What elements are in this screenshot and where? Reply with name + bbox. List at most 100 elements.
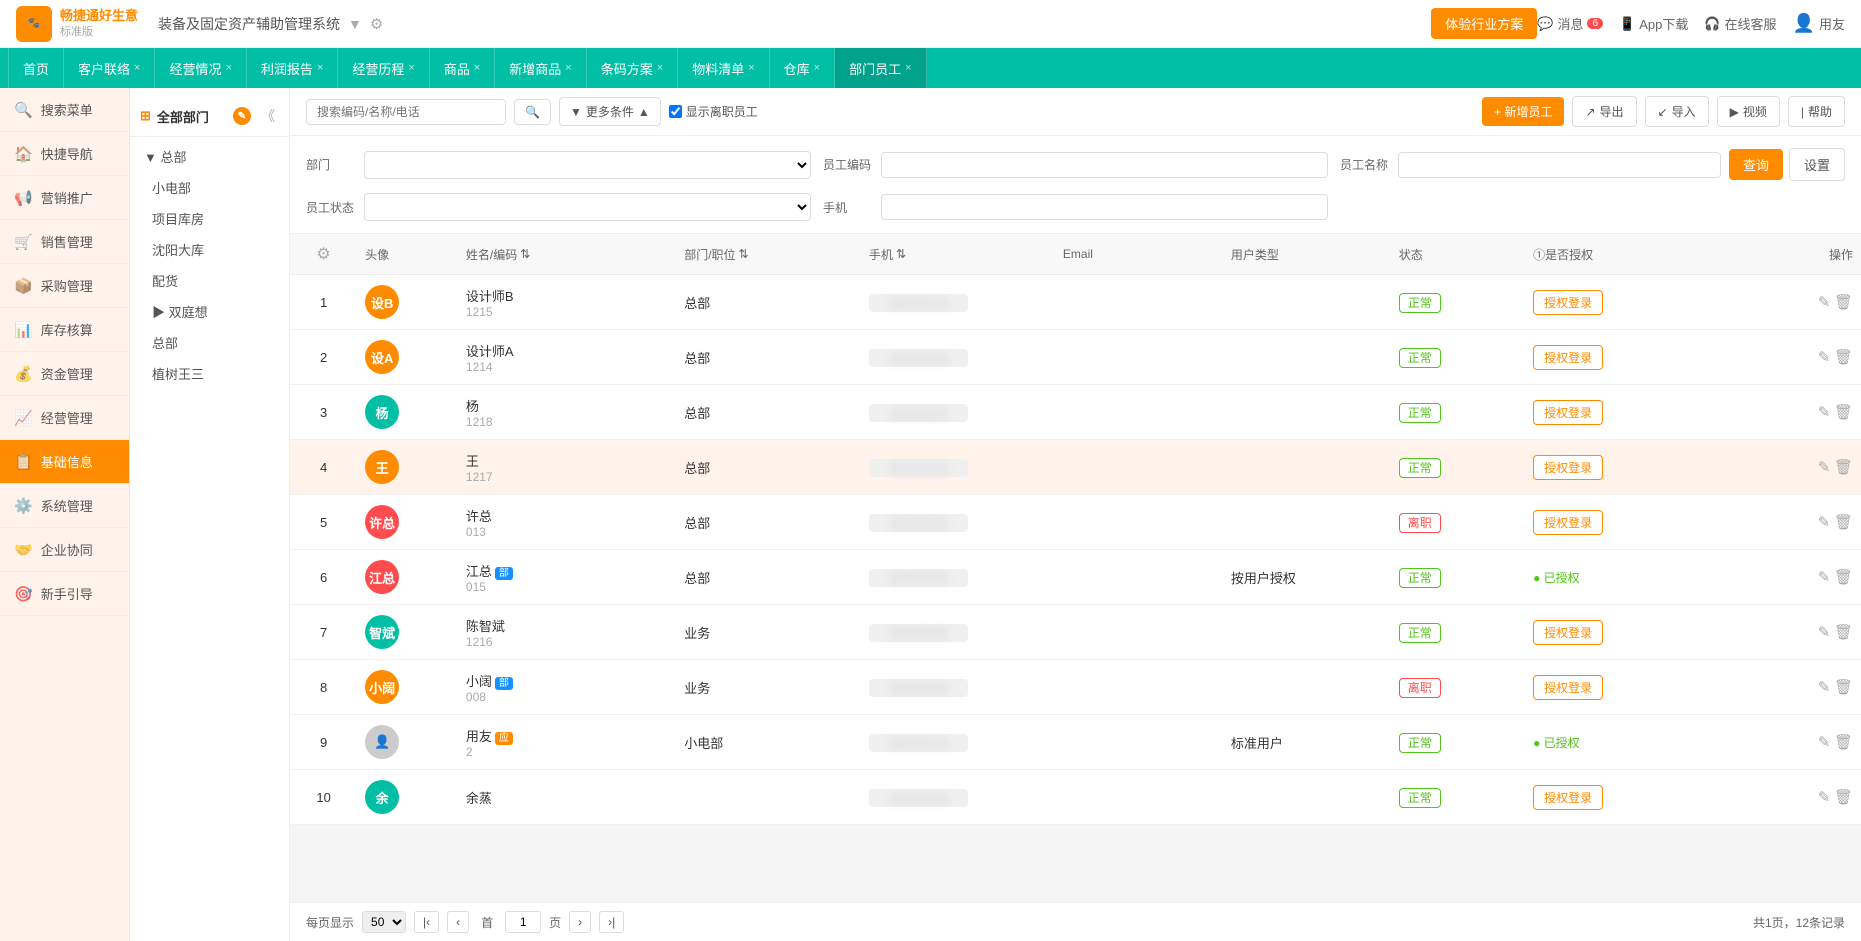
edit-button[interactable]: ✎: [1818, 348, 1831, 366]
auth-button[interactable]: 授权登录: [1533, 345, 1603, 370]
view-button[interactable]: ▶ 视频: [1717, 96, 1780, 127]
online-service-item[interactable]: 🎧 在线客服: [1704, 14, 1776, 33]
delete-button[interactable]: 🗑: [1834, 513, 1853, 531]
next-page-button[interactable]: ›: [569, 911, 591, 933]
edit-dept-icon[interactable]: ✎: [233, 107, 251, 125]
close-tab-icon[interactable]: ×: [474, 62, 480, 74]
edit-button[interactable]: ✎: [1818, 293, 1831, 311]
sidebar-item-inventory[interactable]: 📊库存核算: [0, 308, 129, 352]
nav-tab-商品[interactable]: 商品 ×: [430, 48, 495, 88]
col-dept[interactable]: 部门/职位⇅: [676, 234, 861, 275]
delete-button[interactable]: 🗑: [1834, 458, 1853, 476]
close-tab-icon[interactable]: ×: [748, 62, 754, 74]
edit-button[interactable]: ✎: [1818, 678, 1831, 696]
dept-tree-item-zongbu[interactable]: ▼ 总部: [130, 141, 289, 172]
auth-button[interactable]: 授权登录: [1533, 290, 1603, 315]
employee-status-select[interactable]: [364, 193, 811, 221]
nav-tab-经营历程[interactable]: 经营历程 ×: [338, 48, 429, 88]
search-button[interactable]: 🔍: [514, 99, 551, 125]
phone-input[interactable]: [881, 194, 1328, 220]
edit-button[interactable]: ✎: [1818, 568, 1831, 586]
per-page-select[interactable]: 50: [362, 911, 406, 933]
delete-button[interactable]: 🗑: [1834, 568, 1853, 586]
close-tab-icon[interactable]: ×: [408, 62, 414, 74]
delete-button[interactable]: 🗑: [1834, 678, 1853, 696]
edit-button[interactable]: ✎: [1818, 458, 1831, 476]
dept-tree-item-xiangmu[interactable]: 项目库房: [130, 203, 289, 234]
more-conditions-button[interactable]: ▼ 更多条件 ▲: [559, 97, 661, 126]
nav-tab-物料清单[interactable]: 物料清单 ×: [678, 48, 769, 88]
auth-button[interactable]: 授权登录: [1533, 455, 1603, 480]
user-item[interactable]: 👤 用友: [1793, 13, 1845, 34]
sidebar-item-search[interactable]: 🔍搜索菜单: [0, 88, 129, 132]
dept-tree-item-shuangting[interactable]: ▶ 双庭想: [130, 296, 289, 327]
sidebar-item-sales[interactable]: 🛒销售管理: [0, 220, 129, 264]
auth-button[interactable]: 授权登录: [1533, 675, 1603, 700]
close-tab-icon[interactable]: ×: [905, 62, 911, 74]
sidebar-item-operations[interactable]: 📈经营管理: [0, 396, 129, 440]
last-page-button[interactable]: ›|: [599, 911, 624, 933]
sidebar-item-enterprise[interactable]: 🤝企业协同: [0, 528, 129, 572]
collapse-tree-button[interactable]: 《: [257, 102, 279, 130]
col-phone[interactable]: 手机⇅: [861, 234, 1055, 275]
delete-button[interactable]: 🗑: [1834, 348, 1853, 366]
dept-select[interactable]: [364, 151, 811, 179]
search-input[interactable]: [306, 99, 506, 125]
show-resigned-checkbox[interactable]: 显示离职员工: [669, 103, 758, 120]
nav-tab-客户联络[interactable]: 客户联络 ×: [64, 48, 155, 88]
dropdown-icon[interactable]: ▼: [348, 16, 362, 32]
nav-tab-部门员工[interactable]: 部门员工 ×: [835, 48, 926, 88]
edit-button[interactable]: ✎: [1818, 733, 1831, 751]
close-tab-icon[interactable]: ×: [134, 62, 140, 74]
col-name[interactable]: 姓名/编码⇅: [458, 234, 676, 275]
dept-tree-item-peihuo[interactable]: 配货: [130, 265, 289, 296]
sidebar-item-shortcut[interactable]: 🏠快捷导航: [0, 132, 129, 176]
add-employee-button[interactable]: + 新增员工: [1482, 97, 1564, 126]
auth-button[interactable]: 授权登录: [1533, 510, 1603, 535]
help-button[interactable]: | 帮助: [1788, 96, 1845, 127]
prev-page-button[interactable]: ‹: [447, 911, 469, 933]
dept-tree-item-zongbu2[interactable]: 总部: [130, 327, 289, 358]
sidebar-item-finance[interactable]: 💰资金管理: [0, 352, 129, 396]
page-number-input[interactable]: [505, 911, 541, 933]
edit-button[interactable]: ✎: [1818, 623, 1831, 641]
nav-tab-经营情况[interactable]: 经营情况 ×: [155, 48, 246, 88]
trial-button[interactable]: 体验行业方案: [1431, 8, 1537, 39]
settings-icon[interactable]: ⚙: [370, 15, 383, 33]
nav-tab-首页[interactable]: 首页: [8, 48, 64, 88]
edit-button[interactable]: ✎: [1818, 403, 1831, 421]
sidebar-item-guide[interactable]: 🎯新手引导: [0, 572, 129, 616]
close-tab-icon[interactable]: ×: [565, 62, 571, 74]
nav-tab-新增商品[interactable]: 新增商品 ×: [495, 48, 586, 88]
sidebar-item-system[interactable]: ⚙️系统管理: [0, 484, 129, 528]
auth-button[interactable]: 授权登录: [1533, 620, 1603, 645]
app-download-item[interactable]: 📱 App下载: [1619, 14, 1688, 33]
employee-name-input[interactable]: [1398, 152, 1721, 178]
dept-tree-item-shenyang[interactable]: 沈阳大库: [130, 234, 289, 265]
sidebar-item-purchase[interactable]: 📦采购管理: [0, 264, 129, 308]
employee-code-input[interactable]: [881, 152, 1328, 178]
close-tab-icon[interactable]: ×: [225, 62, 231, 74]
delete-button[interactable]: 🗑: [1834, 623, 1853, 641]
col-settings[interactable]: ⚙: [290, 234, 357, 275]
close-tab-icon[interactable]: ×: [317, 62, 323, 74]
close-tab-icon[interactable]: ×: [657, 62, 663, 74]
auth-button[interactable]: 授权登录: [1533, 400, 1603, 425]
nav-tab-条码方案[interactable]: 条码方案 ×: [587, 48, 678, 88]
search-btn[interactable]: 查询: [1729, 149, 1783, 180]
dept-tree-item-xiaodian[interactable]: 小电部: [130, 172, 289, 203]
export-button[interactable]: ↗ 导出: [1572, 96, 1636, 127]
auth-button[interactable]: 授权登录: [1533, 785, 1603, 810]
delete-button[interactable]: 🗑: [1834, 293, 1853, 311]
delete-button[interactable]: 🗑: [1834, 733, 1853, 751]
delete-button[interactable]: 🗑: [1834, 403, 1853, 421]
message-item[interactable]: 💬 消息 6: [1537, 14, 1603, 33]
close-tab-icon[interactable]: ×: [814, 62, 820, 74]
sidebar-item-basic[interactable]: 📋基础信息: [0, 440, 129, 484]
nav-tab-仓库[interactable]: 仓库 ×: [770, 48, 835, 88]
delete-button[interactable]: 🗑: [1834, 788, 1853, 806]
edit-button[interactable]: ✎: [1818, 788, 1831, 806]
dept-tree-item-zhishu[interactable]: 植树王三: [130, 358, 289, 389]
sidebar-item-marketing[interactable]: 📢营销推广: [0, 176, 129, 220]
edit-button[interactable]: ✎: [1818, 513, 1831, 531]
